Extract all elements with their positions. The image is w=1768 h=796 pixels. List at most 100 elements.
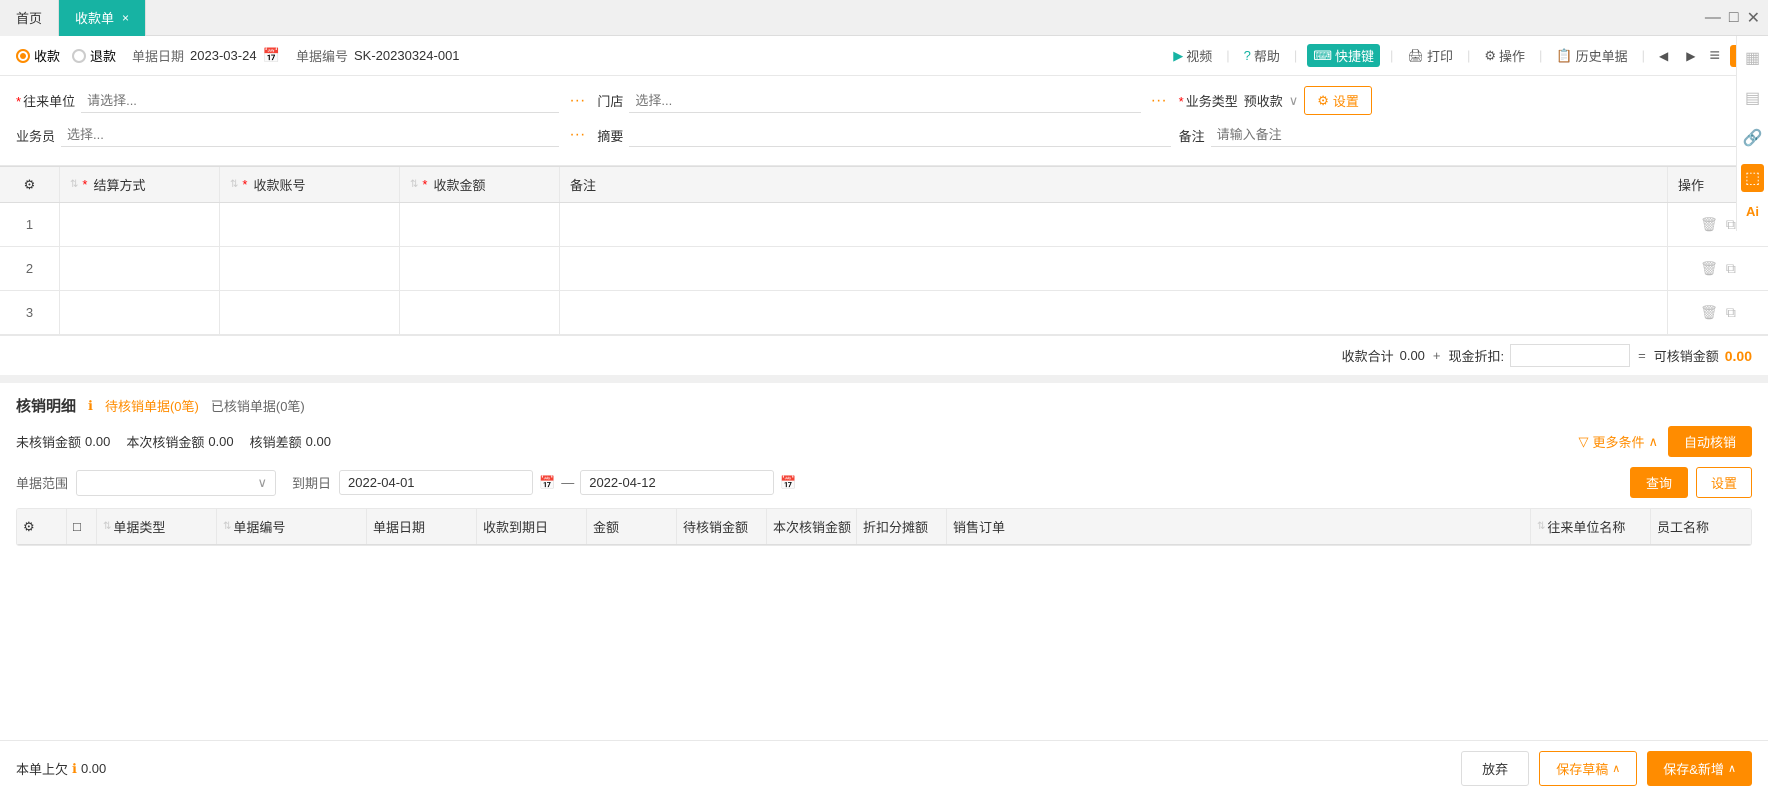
partner-more-btn[interactable]: ··· (565, 92, 589, 110)
due-label: 到期日 (292, 473, 331, 492)
row-3-delete-icon[interactable]: 🗑 (1700, 304, 1718, 321)
date-value[interactable]: 2023-03-24 (190, 48, 257, 63)
calendar-to-icon[interactable]: 📅 (780, 475, 796, 491)
query-btn[interactable]: 查询 (1630, 467, 1688, 498)
range-label: 单据范围 (16, 473, 68, 492)
row-2-delete-icon[interactable]: 🗑 (1700, 260, 1718, 277)
nav-next-btn[interactable]: ▶ (1682, 47, 1699, 65)
save-new-btn[interactable]: 保存&新增 ∧ (1647, 751, 1752, 786)
store-more-btn[interactable]: ··· (1147, 92, 1171, 110)
row-2-amount[interactable] (400, 247, 560, 290)
nav-prev-btn[interactable]: ◀ (1655, 47, 1672, 65)
bottom-stat-label: 本单上欠 (16, 759, 68, 778)
remark-input[interactable] (1211, 123, 1752, 147)
ai-label[interactable]: Ai (1746, 204, 1759, 219)
wo-th-gear[interactable]: ⚙ (17, 509, 67, 544)
row-1-account[interactable] (220, 203, 400, 246)
row-3-copy-icon[interactable]: ⧉ (1726, 304, 1736, 321)
date-to-input[interactable] (580, 470, 774, 495)
tab-close-icon[interactable]: × (122, 11, 129, 25)
date-from-input[interactable] (339, 470, 533, 495)
staff-more-btn[interactable]: ··· (565, 126, 589, 144)
range-select[interactable]: ∨ (76, 470, 276, 496)
wo-th-check[interactable]: □ (67, 509, 97, 544)
help-icon: ? (1244, 48, 1251, 63)
partner-input[interactable] (81, 89, 559, 113)
sidebar-expand-icon[interactable]: ⬚ (1741, 164, 1764, 192)
row-1-settlement[interactable] (60, 203, 220, 246)
table-row: 1 🗑 ⧉ (0, 203, 1768, 247)
total-label: 收款合计 (1342, 346, 1394, 365)
calendar-icon[interactable]: 📅 (263, 47, 280, 64)
tab-active[interactable]: 收款单 × (59, 0, 146, 36)
partner-field: *往来单位 ··· (16, 89, 589, 113)
biz-type-dropdown-icon[interactable]: ∨ (1289, 93, 1299, 109)
video-btn[interactable]: ▶ 视频 (1169, 44, 1216, 67)
operation-btn[interactable]: ⚙ 操作 (1480, 44, 1529, 67)
ai-section: Ai (1746, 204, 1759, 223)
store-input[interactable] (629, 89, 1140, 113)
row-3-remark[interactable] (560, 291, 1668, 334)
row-3-settlement[interactable] (60, 291, 220, 334)
number-value: SK-20230324-001 (354, 48, 460, 63)
calendar-from-icon[interactable]: 📅 (539, 475, 555, 491)
video-icon: ▶ (1173, 48, 1183, 64)
summary-input[interactable] (629, 123, 1170, 147)
wo-settings-btn[interactable]: 设置 (1696, 467, 1752, 498)
done-tab-link[interactable]: 已核销单据(0笔) (211, 396, 305, 415)
summary-label: 摘要 (597, 126, 623, 145)
sidebar-table-icon[interactable]: ▦ (1741, 44, 1764, 72)
writeoff-info-icon[interactable]: ℹ (88, 398, 93, 414)
divider5: | (1539, 48, 1542, 63)
diff-stat: 核销差额 0.00 (250, 432, 331, 451)
payment-type-group: 收款 退款 (16, 46, 116, 65)
window-close-btn[interactable]: ✕ (1747, 8, 1760, 28)
discount-input[interactable] (1510, 344, 1630, 367)
wo-th-partner: ⇅往来单位名称 (1531, 509, 1651, 544)
settings-btn[interactable]: ⚙ 设置 (1304, 86, 1372, 115)
date-range-filter: 到期日 📅 — 📅 (292, 470, 796, 495)
abandon-btn[interactable]: 放弃 (1461, 751, 1529, 786)
total-value: 0.00 (1400, 348, 1425, 363)
window-minimize-btn[interactable]: — (1705, 9, 1721, 27)
staff-input[interactable] (61, 123, 559, 147)
shortcut-btn[interactable]: ⌨ 快捷键 (1307, 44, 1380, 67)
toolbar-right: ▶ 视频 | ? 帮助 | ⌨ 快捷键 | 🖨 打印 | ⚙ 操作 (1169, 44, 1752, 67)
tab-home[interactable]: 首页 (0, 0, 59, 36)
row-2-account[interactable] (220, 247, 400, 290)
help-btn[interactable]: ? 帮助 (1240, 44, 1284, 67)
row-1-amount[interactable] (400, 203, 560, 246)
divider2: | (1294, 48, 1297, 63)
row-3-account[interactable] (220, 291, 400, 334)
history-btn[interactable]: 📋 历史单据 (1552, 44, 1631, 67)
sidebar-link-icon[interactable]: 🔗 (1739, 124, 1767, 152)
window-maximize-btn[interactable]: □ (1729, 9, 1739, 27)
auto-writeoff-btn[interactable]: 自动核销 (1668, 426, 1752, 457)
available-summary: 可核销金额 0.00 (1654, 346, 1752, 365)
divider1: | (1226, 48, 1229, 63)
shortcut-icon: ⌨ (1313, 48, 1332, 64)
menu-icon[interactable]: ≡ (1709, 45, 1720, 66)
sidebar-list-icon[interactable]: ▤ (1741, 84, 1764, 112)
row-2-copy-icon[interactable]: ⧉ (1726, 260, 1736, 277)
more-filter-btn[interactable]: ▽ 更多条件 ∧ (1578, 432, 1658, 451)
save-draft-btn[interactable]: 保存草稿 ∧ (1539, 751, 1637, 786)
total-summary: 收款合计 0.00 (1342, 346, 1425, 365)
staff-field: 业务员 ··· (16, 123, 589, 147)
row-2-settlement[interactable] (60, 247, 220, 290)
table-gear-icon: ⚙ (24, 177, 36, 193)
history-icon: 📋 (1556, 48, 1572, 64)
radio-shou[interactable]: 收款 (16, 46, 60, 65)
row-2-remark[interactable] (560, 247, 1668, 290)
th-gear[interactable]: ⚙ (0, 167, 60, 202)
row-1-copy-icon[interactable]: ⧉ (1726, 216, 1736, 233)
pending-tab-link[interactable]: 待核销单据(0笔) (105, 396, 199, 415)
bottom-stat-value: 0.00 (81, 761, 106, 776)
row-1-delete-icon[interactable]: 🗑 (1700, 216, 1718, 233)
radio-tui[interactable]: 退款 (72, 46, 116, 65)
radio-tui-label: 退款 (90, 46, 116, 65)
row-1-remark[interactable] (560, 203, 1668, 246)
bottom-stat-icon[interactable]: ℹ (72, 761, 77, 777)
print-btn[interactable]: 🖨 打印 (1403, 44, 1457, 67)
row-3-amount[interactable] (400, 291, 560, 334)
